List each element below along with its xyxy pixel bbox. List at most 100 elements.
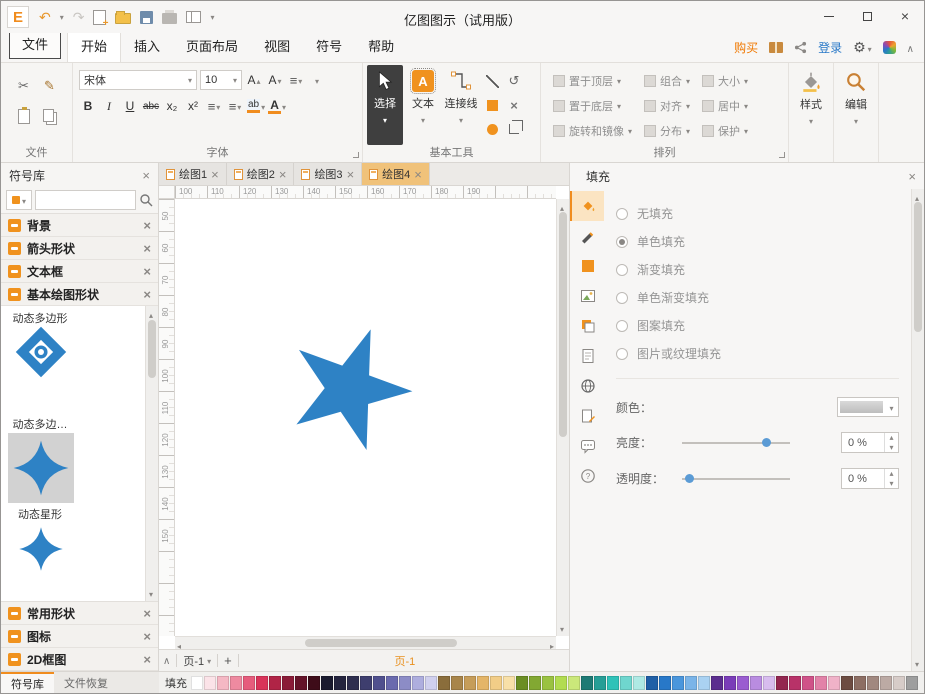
spin-up-icon[interactable] — [885, 433, 898, 443]
arrange-item-2-0[interactable]: 大小 — [702, 73, 748, 89]
palette-color-53[interactable] — [880, 676, 892, 690]
palette-color-12[interactable] — [347, 676, 359, 690]
dialog-launcher-icon[interactable] — [779, 152, 785, 158]
palette-color-5[interactable] — [256, 676, 268, 690]
fill-option-1[interactable]: 单色填充 — [616, 233, 899, 250]
scroll-down-icon[interactable] — [560, 621, 564, 635]
page-tab[interactable]: 页-1 — [183, 653, 211, 669]
palette-color-0[interactable] — [191, 676, 203, 690]
palette-color-25[interactable] — [516, 676, 528, 690]
cut-button[interactable] — [15, 76, 33, 96]
arrange-item-1-2[interactable]: 分布 — [644, 123, 690, 139]
symbol-section-2[interactable]: 2D框图 — [1, 648, 158, 671]
arrange-item-0-1[interactable]: 置于底层 — [553, 98, 632, 114]
superscript-button[interactable]: x² — [184, 96, 202, 116]
paint-bucket-icon[interactable] — [800, 71, 822, 93]
palette-color-34[interactable] — [633, 676, 645, 690]
palette-color-55[interactable] — [906, 676, 918, 690]
canvas-horizontal-scrollbar[interactable] — [175, 636, 556, 649]
crop-tool-icon[interactable] — [509, 124, 519, 134]
palette-color-1[interactable] — [204, 676, 216, 690]
palette-color-9[interactable] — [308, 676, 320, 690]
close-section-icon[interactable] — [143, 241, 151, 256]
document-tab-0[interactable]: 绘图1 — [159, 163, 227, 185]
open-folder-icon[interactable] — [115, 13, 131, 24]
undo-icon[interactable] — [39, 9, 51, 26]
gift-icon[interactable] — [769, 42, 783, 53]
five-point-star-shape[interactable] — [279, 319, 419, 459]
ribbon-tab-3[interactable]: 页面布局 — [173, 31, 251, 62]
canvas-vertical-scrollbar[interactable] — [556, 199, 569, 636]
hyperlink-button[interactable] — [570, 371, 604, 401]
login-button[interactable]: 登录 — [818, 39, 842, 56]
ribbon-tab-1[interactable]: 开始 — [67, 30, 121, 62]
palette-color-16[interactable] — [399, 676, 411, 690]
close-tab-icon[interactable] — [347, 167, 355, 182]
palette-color-42[interactable] — [737, 676, 749, 690]
paste-button[interactable] — [15, 106, 33, 126]
transparency-spinner[interactable]: 0 % — [841, 468, 899, 489]
fill-option-5[interactable]: 图片或纹理填充 — [616, 345, 899, 362]
palette-color-24[interactable] — [503, 676, 515, 690]
scrollbar-thumb[interactable] — [148, 320, 156, 378]
arc-tool-icon[interactable] — [509, 73, 520, 89]
symbol-section-1[interactable]: 图标 — [1, 625, 158, 648]
select-tool-button[interactable]: 选择 — [367, 65, 403, 145]
palette-color-54[interactable] — [893, 676, 905, 690]
palette-color-33[interactable] — [620, 676, 632, 690]
arrange-item-0-0[interactable]: 置于顶层 — [553, 73, 632, 89]
brightness-spinner[interactable]: 0 % — [841, 432, 899, 453]
document-tab-2[interactable]: 绘图3 — [294, 163, 362, 185]
shape-format-button[interactable] — [570, 251, 604, 281]
document-tab-1[interactable]: 绘图2 — [227, 163, 295, 185]
selected-shape-cell[interactable] — [8, 433, 74, 503]
note-button[interactable] — [570, 401, 604, 431]
edit-group-label[interactable]: 编辑 — [845, 96, 867, 112]
palette-color-13[interactable] — [360, 676, 372, 690]
palette-color-37[interactable] — [672, 676, 684, 690]
fill-option-0[interactable]: 无填充 — [616, 205, 899, 222]
shape-data-button[interactable] — [570, 341, 604, 371]
symbol-search-input[interactable] — [35, 190, 136, 210]
color-picker[interactable] — [837, 397, 899, 417]
underline-button[interactable]: U — [121, 96, 139, 116]
close-section-icon[interactable] — [143, 629, 151, 644]
new-page-icon[interactable] — [93, 10, 106, 25]
maximize-button[interactable] — [848, 1, 886, 31]
ribbon-tab-5[interactable]: 符号 — [303, 31, 355, 62]
scroll-left-icon[interactable] — [177, 638, 181, 652]
close-button[interactable]: × — [886, 1, 924, 31]
palette-color-51[interactable] — [854, 676, 866, 690]
picture-button[interactable] — [570, 281, 604, 311]
drawing-canvas[interactable] — [175, 199, 556, 636]
palette-color-40[interactable] — [711, 676, 723, 690]
palette-color-32[interactable] — [607, 676, 619, 690]
dynamic-star-shape-2[interactable] — [18, 526, 64, 572]
scrollbar-thumb[interactable] — [914, 202, 922, 332]
comment-button[interactable] — [570, 431, 604, 461]
save-icon[interactable] — [140, 11, 153, 24]
panels-icon[interactable] — [186, 11, 201, 23]
line-tool-icon[interactable] — [486, 75, 499, 88]
scroll-right-icon[interactable] — [550, 638, 554, 652]
close-panel-icon[interactable] — [908, 169, 916, 184]
magnifier-icon[interactable] — [845, 71, 867, 93]
scrollbar-thumb[interactable] — [305, 639, 457, 647]
palette-color-6[interactable] — [269, 676, 281, 690]
symbol-list-scrollbar[interactable] — [145, 306, 158, 601]
share-icon[interactable] — [794, 41, 807, 54]
palette-color-52[interactable] — [867, 676, 879, 690]
dialog-launcher-icon[interactable] — [353, 152, 359, 158]
toolbar-dropdown-icon[interactable] — [210, 13, 214, 22]
line-tool-button[interactable] — [570, 221, 604, 251]
quick-style-button[interactable] — [570, 311, 604, 341]
palette-color-28[interactable] — [555, 676, 567, 690]
settings-button[interactable] — [853, 39, 872, 56]
connector-tool-button[interactable]: 连接线 — [443, 65, 479, 145]
bold-button[interactable]: B — [79, 96, 97, 116]
ribbon-tab-4[interactable]: 视图 — [251, 31, 303, 62]
symbol-section-1[interactable]: 箭头形状 — [1, 237, 158, 260]
line-spacing-button[interactable] — [205, 96, 223, 116]
symbol-section-0[interactable]: 常用形状 — [1, 602, 158, 625]
palette-color-17[interactable] — [412, 676, 424, 690]
